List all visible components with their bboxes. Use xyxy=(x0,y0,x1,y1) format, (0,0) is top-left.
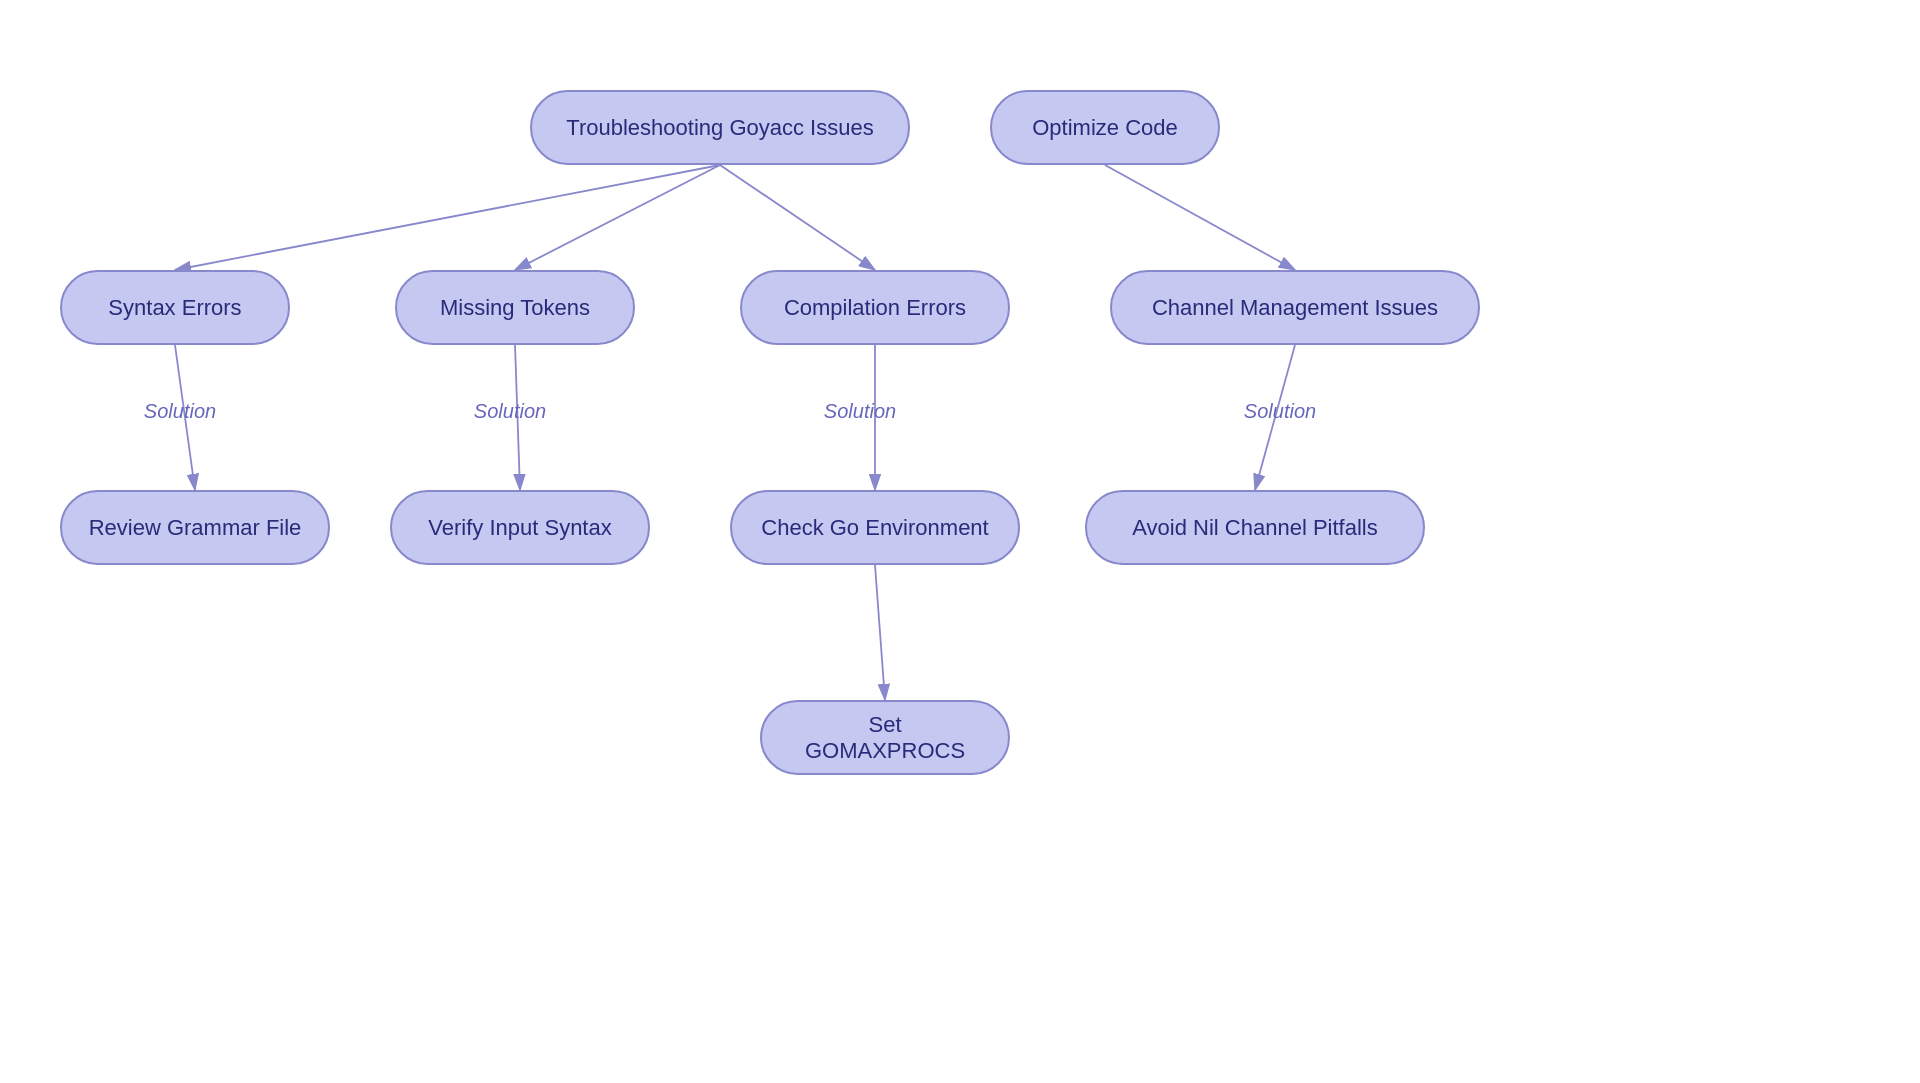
node-syntax-errors: Syntax Errors xyxy=(60,270,290,345)
diagram-container: Troubleshooting Goyacc Issues Optimize C… xyxy=(0,0,1920,1083)
node-missing-tokens: Missing Tokens xyxy=(395,270,635,345)
node-compilation-errors: Compilation Errors xyxy=(740,270,1010,345)
node-set-gomaxprocs: Set GOMAXPROCS xyxy=(760,700,1010,775)
solution-label-1: Solution xyxy=(120,400,240,423)
svg-line-2 xyxy=(515,165,720,270)
node-optimize: Optimize Code xyxy=(990,90,1220,165)
svg-line-4 xyxy=(1105,165,1295,270)
svg-line-1 xyxy=(175,165,720,270)
node-review-grammar: Review Grammar File xyxy=(60,490,330,565)
node-avoid-nil: Avoid Nil Channel Pitfalls xyxy=(1085,490,1425,565)
solution-label-3: Solution xyxy=(800,400,920,423)
node-channel-mgmt: Channel Management Issues xyxy=(1110,270,1480,345)
svg-line-3 xyxy=(720,165,875,270)
node-verify-input: Verify Input Syntax xyxy=(390,490,650,565)
solution-label-4: Solution xyxy=(1220,400,1340,423)
node-troubleshooting: Troubleshooting Goyacc Issues xyxy=(530,90,910,165)
svg-line-9 xyxy=(875,565,885,700)
node-check-go-env: Check Go Environment xyxy=(730,490,1020,565)
solution-label-2: Solution xyxy=(450,400,570,423)
